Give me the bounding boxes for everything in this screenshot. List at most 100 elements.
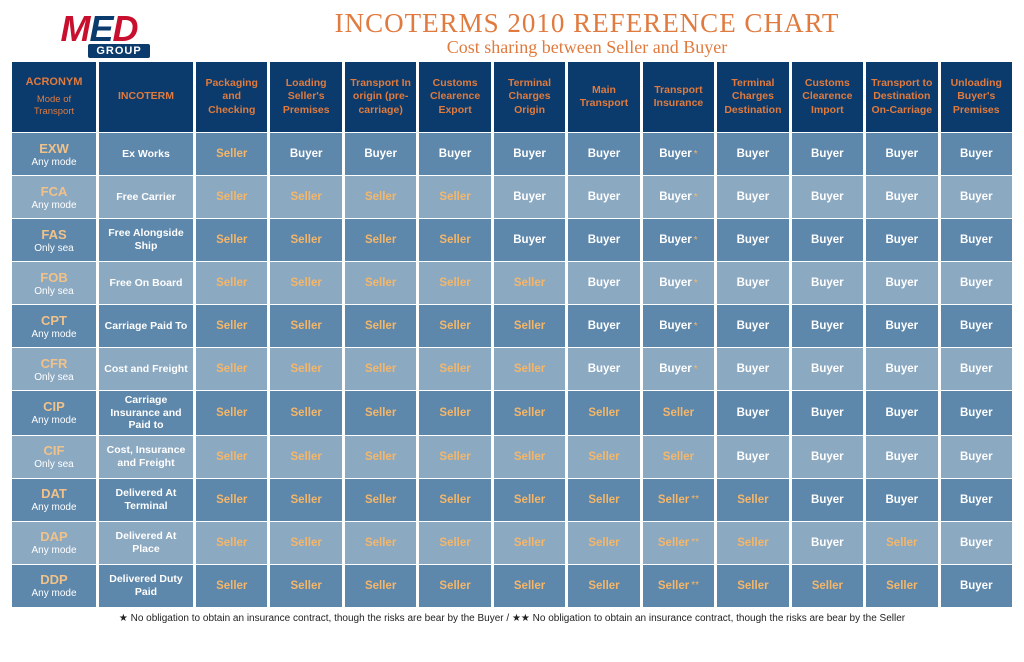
cell-fca-7: Buyer (717, 176, 788, 218)
cell-cif-4: Seller (494, 436, 565, 478)
incoterm-ddp: Delivered Duty Paid (99, 565, 193, 607)
cell-fas-5: Buyer (568, 219, 639, 261)
cell-fas-1: Seller (270, 219, 341, 261)
cell-fob-7: Buyer (717, 262, 788, 304)
cell-fob-10: Buyer (941, 262, 1012, 304)
cell-dat-7: Seller (717, 479, 788, 521)
cell-dap-5: Seller (568, 522, 639, 564)
cell-fob-4: Seller (494, 262, 565, 304)
cell-cfr-3: Seller (419, 348, 490, 390)
cell-cfr-2: Seller (345, 348, 416, 390)
cell-fas-0: Seller (196, 219, 267, 261)
cell-fas-10: Buyer (941, 219, 1012, 261)
cell-cpt-3: Seller (419, 305, 490, 347)
cell-cip-5: Seller (568, 391, 639, 435)
cell-fob-2: Seller (345, 262, 416, 304)
cell-ddp-0: Seller (196, 565, 267, 607)
cell-exw-0: Seller (196, 133, 267, 175)
cell-fca-4: Buyer (494, 176, 565, 218)
th-col-5: Main Transport (568, 62, 639, 132)
cell-cif-0: Seller (196, 436, 267, 478)
cell-exw-6: Buyer* (643, 133, 714, 175)
incoterm-dap: Delivered At Place (99, 522, 193, 564)
cell-cpt-2: Seller (345, 305, 416, 347)
logo-letter-d: D (113, 8, 138, 49)
cell-dap-1: Seller (270, 522, 341, 564)
cell-fca-10: Buyer (941, 176, 1012, 218)
title-block: INCOTERMS 2010 REFERENCE CHART Cost shar… (174, 8, 1000, 58)
cell-exw-7: Buyer (717, 133, 788, 175)
cell-cfr-7: Buyer (717, 348, 788, 390)
cell-cip-9: Buyer (866, 391, 937, 435)
cell-cfr-8: Buyer (792, 348, 863, 390)
cell-ddp-2: Seller (345, 565, 416, 607)
cell-fob-1: Seller (270, 262, 341, 304)
incoterm-cif: Cost, Insurance and Freight (99, 436, 193, 478)
row-label-cpt: CPTAny mode (12, 305, 96, 347)
cell-fob-0: Seller (196, 262, 267, 304)
th-col-0: Packaging and Checking (196, 62, 267, 132)
logo: MED GROUP (24, 8, 174, 58)
th-col-10: Unloading Buyer's Premises (941, 62, 1012, 132)
cell-cif-1: Seller (270, 436, 341, 478)
cell-cif-9: Buyer (866, 436, 937, 478)
cell-fob-5: Buyer (568, 262, 639, 304)
cell-cip-4: Seller (494, 391, 565, 435)
cell-dap-9: Seller (866, 522, 937, 564)
logo-letter-e: E (89, 8, 112, 49)
cell-dap-0: Seller (196, 522, 267, 564)
cell-fas-4: Buyer (494, 219, 565, 261)
cell-cfr-4: Seller (494, 348, 565, 390)
cell-exw-5: Buyer (568, 133, 639, 175)
cell-dat-8: Buyer (792, 479, 863, 521)
cell-exw-1: Buyer (270, 133, 341, 175)
cell-fas-6: Buyer* (643, 219, 714, 261)
cell-fob-6: Buyer* (643, 262, 714, 304)
cell-dat-5: Seller (568, 479, 639, 521)
cell-cpt-7: Buyer (717, 305, 788, 347)
cell-dap-6: Seller** (643, 522, 714, 564)
row-label-fca: FCAAny mode (12, 176, 96, 218)
cell-fca-3: Seller (419, 176, 490, 218)
cell-ddp-5: Seller (568, 565, 639, 607)
th-col-1: Loading Seller's Premises (270, 62, 341, 132)
th-col-8: Customs Clearence Import (792, 62, 863, 132)
row-label-exw: EXWAny mode (12, 133, 96, 175)
page-subtitle: Cost sharing between Seller and Buyer (174, 37, 1000, 58)
th-acronym: ACRONYMMode of Transport (12, 62, 96, 132)
cell-cip-2: Seller (345, 391, 416, 435)
cell-fob-3: Seller (419, 262, 490, 304)
incoterm-fas: Free Alongside Ship (99, 219, 193, 261)
cell-dap-3: Seller (419, 522, 490, 564)
cell-cpt-0: Seller (196, 305, 267, 347)
cell-cip-10: Buyer (941, 391, 1012, 435)
cell-dat-2: Seller (345, 479, 416, 521)
cell-dat-6: Seller** (643, 479, 714, 521)
cell-cip-3: Seller (419, 391, 490, 435)
th-col-9: Transport to Destination On-Carriage (866, 62, 937, 132)
cell-ddp-8: Seller (792, 565, 863, 607)
row-label-dap: DAPAny mode (12, 522, 96, 564)
cell-exw-2: Buyer (345, 133, 416, 175)
cell-ddp-7: Seller (717, 565, 788, 607)
cell-cip-0: Seller (196, 391, 267, 435)
th-col-6: Transport Insurance (643, 62, 714, 132)
cell-fca-9: Buyer (866, 176, 937, 218)
cell-cpt-6: Buyer* (643, 305, 714, 347)
incoterm-exw: Ex Works (99, 133, 193, 175)
cell-ddp-4: Seller (494, 565, 565, 607)
incoterm-dat: Delivered At Terminal (99, 479, 193, 521)
incoterm-cip: Carriage Insurance and Paid to (99, 391, 193, 435)
th-col-3: Customs Clearence Export (419, 62, 490, 132)
cell-cpt-9: Buyer (866, 305, 937, 347)
th-incoterm: INCOTERM (99, 62, 193, 132)
cell-cpt-8: Buyer (792, 305, 863, 347)
cell-dat-10: Buyer (941, 479, 1012, 521)
th-col-2: Transport In origin (pre-carriage) (345, 62, 416, 132)
cell-exw-4: Buyer (494, 133, 565, 175)
cell-fas-3: Seller (419, 219, 490, 261)
cell-cip-7: Buyer (717, 391, 788, 435)
cell-cif-8: Buyer (792, 436, 863, 478)
cell-fca-2: Seller (345, 176, 416, 218)
row-label-cif: CIFOnly sea (12, 436, 96, 478)
